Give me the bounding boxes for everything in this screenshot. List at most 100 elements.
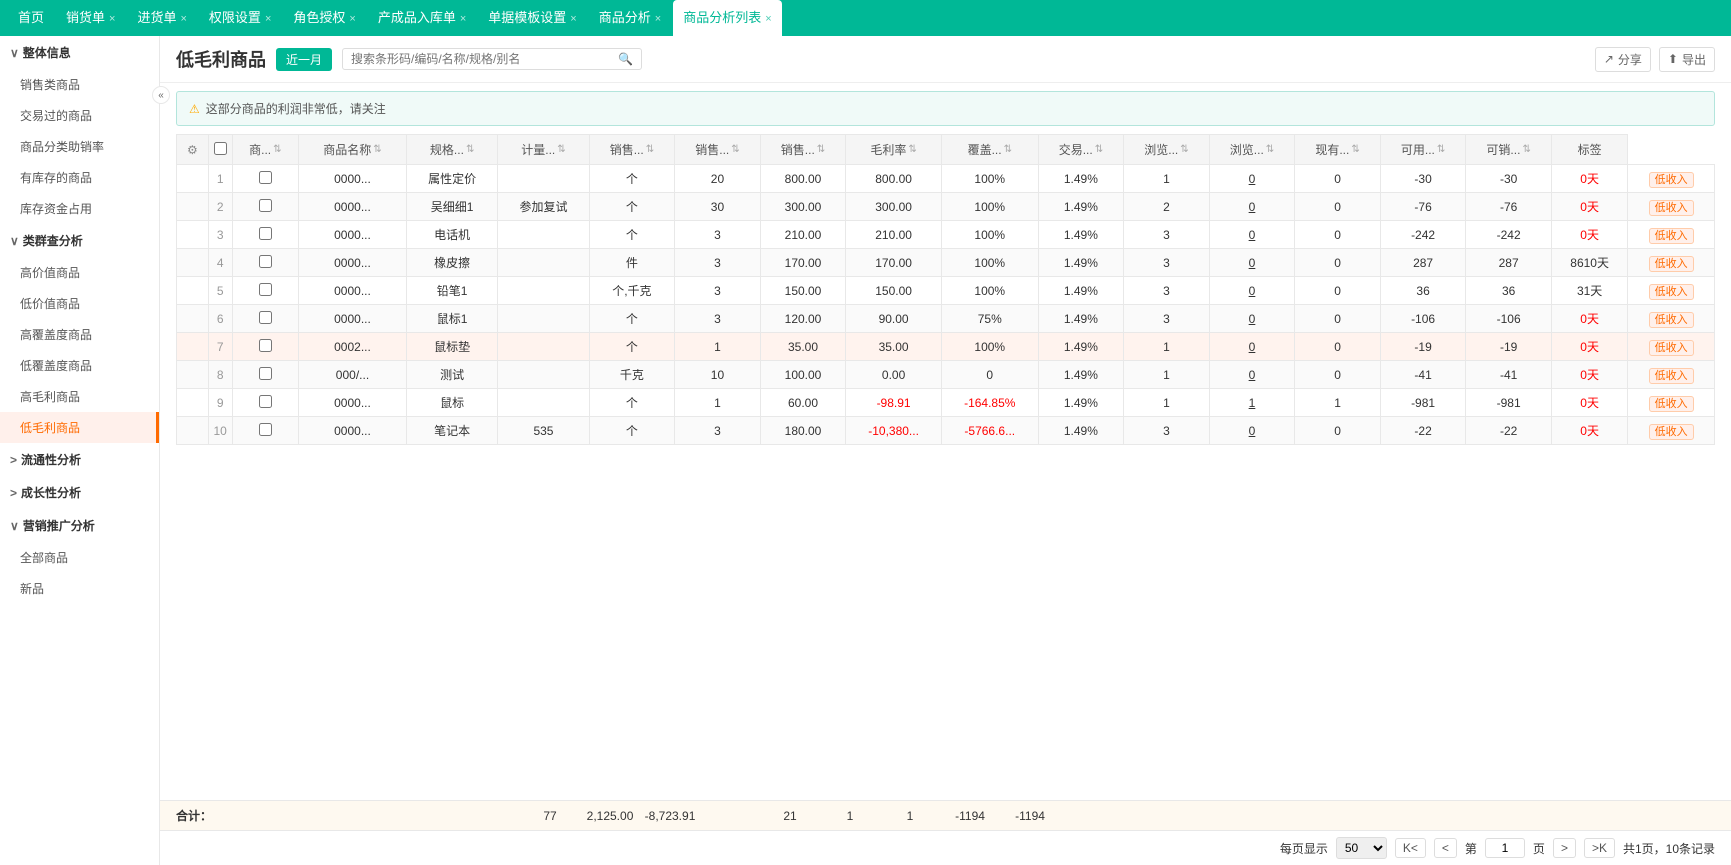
sidebar-section-成长性分析[interactable]: >成长性分析 [0, 476, 159, 509]
sellable-cell: 0天 [1551, 333, 1627, 361]
share-button[interactable]: ↗ 分享 [1595, 47, 1651, 72]
col-browse2[interactable]: 浏览...⇅ [1209, 135, 1295, 165]
data-table: ⚙ 商...⇅ 商品名称⇅ 规格...⇅ 计量...⇅ 销售...⇅ 销售...… [176, 134, 1715, 445]
col-sales-qty[interactable]: 销售...⇅ [589, 135, 675, 165]
nav-close-icon[interactable]: × [265, 13, 271, 25]
sidebar-item-商品分类助销率[interactable]: 商品分类助销率 [0, 131, 159, 162]
nav-item-产成品入库单[interactable]: 产成品入库单× [368, 0, 476, 36]
sidebar-item-高价值商品[interactable]: 高价值商品 [0, 257, 159, 288]
row-checkbox[interactable] [259, 255, 272, 268]
sidebar-item-新品[interactable]: 新品 [0, 573, 159, 604]
prev-page-button[interactable]: < [1434, 838, 1457, 858]
export-button[interactable]: ⬆ 导出 [1659, 47, 1715, 72]
profit-rate-cell: -164.85% [941, 389, 1038, 417]
next-page-button[interactable]: > [1553, 838, 1576, 858]
coverage-cell: 1.49% [1038, 417, 1124, 445]
name-cell: 电话机 [406, 221, 497, 249]
nav-item-角色授权[interactable]: 角色授权× [283, 0, 365, 36]
nav-close-icon[interactable]: × [570, 13, 576, 25]
nav-item-商品分析列表[interactable]: 商品分析列表× [673, 0, 781, 36]
sidebar-item-有库存的商品[interactable]: 有库存的商品 [0, 162, 159, 193]
sidebar-collapse-button[interactable]: « [152, 86, 170, 104]
browse-link[interactable]: 0 [1249, 284, 1256, 298]
nav-item-单据模板设置[interactable]: 单据模板设置× [478, 0, 586, 36]
sidebar-item-低价值商品[interactable]: 低价值商品 [0, 288, 159, 319]
nav-close-icon[interactable]: × [180, 13, 186, 25]
row-checkbox[interactable] [259, 227, 272, 240]
tag-badge: 低收入 [1649, 256, 1694, 272]
sidebar-item-低毛利商品[interactable]: 低毛利商品 [0, 412, 159, 443]
browse-link[interactable]: 1 [1249, 396, 1256, 410]
available-cell: -22 [1466, 417, 1552, 445]
sellable-cell: 0天 [1551, 221, 1627, 249]
col-name[interactable]: 商品名称⇅ [298, 135, 406, 165]
browse-link[interactable]: 0 [1249, 172, 1256, 186]
row-checkbox[interactable] [259, 199, 272, 212]
sidebar-item-高覆盖度商品[interactable]: 高覆盖度商品 [0, 319, 159, 350]
sidebar-item-全部商品[interactable]: 全部商品 [0, 542, 159, 573]
main-layout: ∨整体信息销售类商品交易过的商品商品分类助销率有库存的商品库存资金占用∨类群查分… [0, 36, 1731, 865]
row-checkbox[interactable] [259, 395, 272, 408]
row-checkbox[interactable] [259, 171, 272, 184]
col-settings[interactable]: ⚙ [177, 135, 209, 165]
row-checkbox[interactable] [259, 339, 272, 352]
row-checkbox[interactable] [259, 283, 272, 296]
browse2-cell: 0 [1295, 221, 1381, 249]
browse-link[interactable]: 0 [1249, 228, 1256, 242]
available-cell: -76 [1466, 193, 1552, 221]
col-sales-amt[interactable]: 销售...⇅ [675, 135, 761, 165]
browse-link[interactable]: 0 [1249, 312, 1256, 326]
col-sales-profit[interactable]: 销售...⇅ [760, 135, 846, 165]
sidebar-section-label: 营销推广分析 [23, 517, 95, 534]
browse-link[interactable]: 0 [1249, 200, 1256, 214]
browse-link[interactable]: 0 [1249, 368, 1256, 382]
col-stock[interactable]: 现有...⇅ [1295, 135, 1381, 165]
page-number-input[interactable] [1485, 838, 1525, 858]
sidebar-item-交易过的商品[interactable]: 交易过的商品 [0, 100, 159, 131]
sidebar-item-销售类商品[interactable]: 销售类商品 [0, 69, 159, 100]
sidebar-section-整体信息[interactable]: ∨整体信息 [0, 36, 159, 69]
sidebar-item-库存资金占用[interactable]: 库存资金占用 [0, 193, 159, 224]
col-coverage[interactable]: 覆盖...⇅ [941, 135, 1038, 165]
nav-item-进货单[interactable]: 进货单× [127, 0, 196, 36]
nav-item-销货单[interactable]: 销货单× [56, 0, 125, 36]
col-spec[interactable]: 规格...⇅ [406, 135, 497, 165]
search-input[interactable] [351, 52, 614, 66]
nav-close-icon[interactable]: × [655, 13, 661, 25]
nav-close-icon[interactable]: × [349, 13, 355, 25]
nav-item-首页[interactable]: 首页 [8, 0, 54, 36]
sidebar-item-高毛利商品[interactable]: 高毛利商品 [0, 381, 159, 412]
col-available[interactable]: 可用...⇅ [1380, 135, 1466, 165]
per-page-select[interactable]: 50 100 200 [1336, 837, 1387, 859]
col-profit-rate[interactable]: 毛利率⇅ [846, 135, 942, 165]
col-sellable[interactable]: 可销...⇅ [1466, 135, 1552, 165]
last-page-button[interactable]: >K [1584, 838, 1615, 858]
col-code[interactable]: 商...⇅ [232, 135, 298, 165]
tag-cell: 低收入 [1628, 305, 1715, 333]
browse-link[interactable]: 0 [1249, 424, 1256, 438]
row-checkbox[interactable] [259, 423, 272, 436]
row-checkbox[interactable] [259, 367, 272, 380]
tag-cell: 低收入 [1628, 361, 1715, 389]
sidebar-section-流通性分析[interactable]: >流通性分析 [0, 443, 159, 476]
first-page-button[interactable]: K< [1395, 838, 1426, 858]
stock-cell: 287 [1380, 249, 1466, 277]
nav-item-商品分析[interactable]: 商品分析× [589, 0, 671, 36]
sidebar-section-营销推广分析[interactable]: ∨营销推广分析 [0, 509, 159, 542]
row-checkbox[interactable] [259, 311, 272, 324]
col-browse1[interactable]: 浏览...⇅ [1124, 135, 1210, 165]
sidebar-section-类群查分析[interactable]: ∨类群查分析 [0, 224, 159, 257]
nav-close-icon[interactable]: × [765, 13, 771, 25]
transactions-cell: 2 [1124, 193, 1210, 221]
sidebar-item-低覆盖度商品[interactable]: 低覆盖度商品 [0, 350, 159, 381]
col-unit[interactable]: 计量...⇅ [498, 135, 589, 165]
col-transactions[interactable]: 交易...⇅ [1038, 135, 1124, 165]
browse-link[interactable]: 0 [1249, 256, 1256, 270]
nav-close-icon[interactable]: × [460, 13, 466, 25]
nav-item-权限设置[interactable]: 权限设置× [199, 0, 281, 36]
select-all-checkbox[interactable] [214, 142, 227, 155]
nav-close-icon[interactable]: × [109, 13, 115, 25]
browse1-cell: 1 [1209, 389, 1295, 417]
browse-link[interactable]: 0 [1249, 340, 1256, 354]
filter-button[interactable]: 近一月 [276, 48, 332, 71]
